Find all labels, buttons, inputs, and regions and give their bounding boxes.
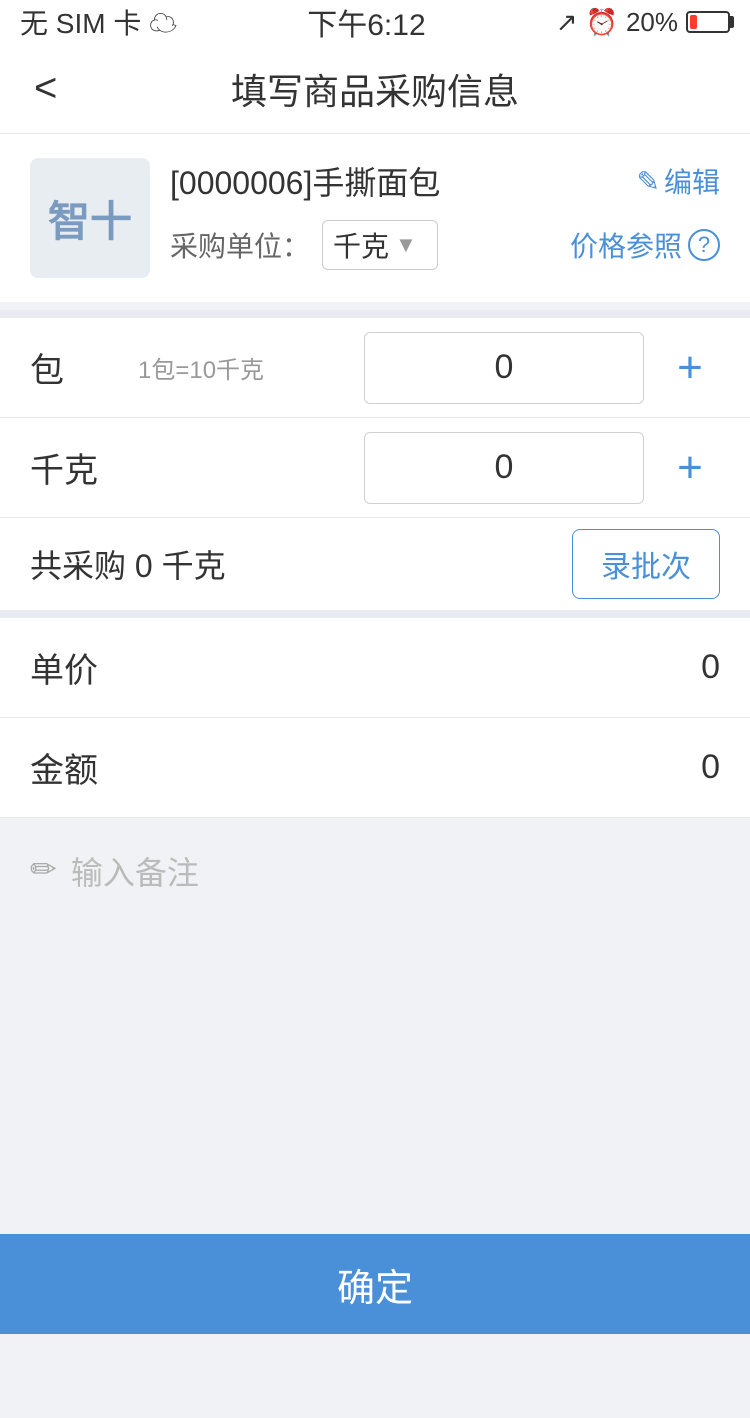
amount-row: 金额 0 xyxy=(0,718,750,818)
remark-section[interactable]: ✏ 输入备注 xyxy=(0,818,750,1018)
total-row: 共采购 0 千克 录批次 xyxy=(0,518,750,618)
info-icon: ? xyxy=(688,229,720,261)
bag-label: 包 xyxy=(30,343,130,392)
unit-value: 千克 xyxy=(333,225,389,265)
unit-select[interactable]: 千克 ▼ xyxy=(322,220,438,270)
confirm-button[interactable]: 确定 xyxy=(0,1234,750,1334)
battery-text: 20% xyxy=(626,7,678,38)
battery-icon xyxy=(686,11,730,33)
page-title: 填写商品采购信息 xyxy=(231,63,519,115)
bag-number-input[interactable]: 0 xyxy=(364,332,644,404)
price-ref-label: 价格参照 xyxy=(570,225,682,265)
status-right: ↗ ⏰ 20% xyxy=(556,7,730,38)
kg-number-input[interactable]: 0 xyxy=(364,432,644,504)
status-left: 无 SIM 卡 ☁ xyxy=(20,2,177,42)
product-image: 智十 xyxy=(30,158,150,278)
unit-price-label: 单价 xyxy=(30,643,98,692)
product-card: 智十 [0000006]手撕面包 ✎ 编辑 采购单位： 千克 ▼ xyxy=(0,134,750,310)
remark-inner: ✏ 输入备注 xyxy=(30,848,720,894)
unit-row: 采购单位： 千克 ▼ 价格参照 ? xyxy=(170,220,720,270)
product-info: [0000006]手撕面包 ✎ 编辑 采购单位： 千克 ▼ 价格参照 ? xyxy=(170,158,720,270)
price-ref-button[interactable]: 价格参照 ? xyxy=(570,225,720,265)
total-text: 共采购 0 千克 xyxy=(30,541,226,587)
back-button[interactable]: < xyxy=(24,56,67,121)
batch-button[interactable]: 录批次 xyxy=(572,529,720,599)
status-time: 下午6:12 xyxy=(307,0,425,44)
product-title: 手撕面包 xyxy=(312,165,440,201)
bag-plus-button[interactable]: + xyxy=(660,338,720,398)
product-name-row: [0000006]手撕面包 ✎ 编辑 xyxy=(170,158,720,204)
signal-text: 无 SIM 卡 ☁ xyxy=(20,2,177,42)
kg-label: 千克 xyxy=(30,443,130,492)
remark-placeholder: 输入备注 xyxy=(71,848,199,894)
nav-bar: < 填写商品采购信息 xyxy=(0,44,750,134)
status-bar: 无 SIM 卡 ☁ 下午6:12 ↗ ⏰ 20% xyxy=(0,0,750,44)
location-icon: ↗ xyxy=(556,7,578,38)
bag-sublabel: 1包=10千克 xyxy=(138,350,264,385)
edit-icon: ✎ xyxy=(637,165,660,198)
kg-input-row: 千克 0 + xyxy=(0,418,750,518)
chevron-down-icon: ▼ xyxy=(395,232,417,258)
product-logo: 智十 xyxy=(48,188,132,249)
alarm-icon: ⏰ xyxy=(586,7,618,38)
amount-value: 0 xyxy=(701,748,720,787)
edit-label: 编辑 xyxy=(664,161,720,201)
info-section: 单价 0 金额 0 xyxy=(0,618,750,818)
kg-input-right: 0 + xyxy=(130,432,720,504)
input-section: 包 1包=10千克 0 + 千克 0 + xyxy=(0,318,750,518)
unit-label: 采购单位： xyxy=(170,225,310,265)
product-id: [0000006] xyxy=(170,165,312,201)
product-name: [0000006]手撕面包 xyxy=(170,158,440,204)
bag-input-row: 包 1包=10千克 0 + xyxy=(0,318,750,418)
amount-label: 金额 xyxy=(30,743,98,792)
edit-button[interactable]: ✎ 编辑 xyxy=(637,161,720,201)
bag-input-right: 0 + xyxy=(264,332,720,404)
kg-plus-button[interactable]: + xyxy=(660,438,720,498)
separator-1 xyxy=(0,310,750,318)
unit-price-row: 单价 0 xyxy=(0,618,750,718)
pencil-icon: ✏ xyxy=(30,850,57,888)
unit-price-value: 0 xyxy=(701,648,720,687)
